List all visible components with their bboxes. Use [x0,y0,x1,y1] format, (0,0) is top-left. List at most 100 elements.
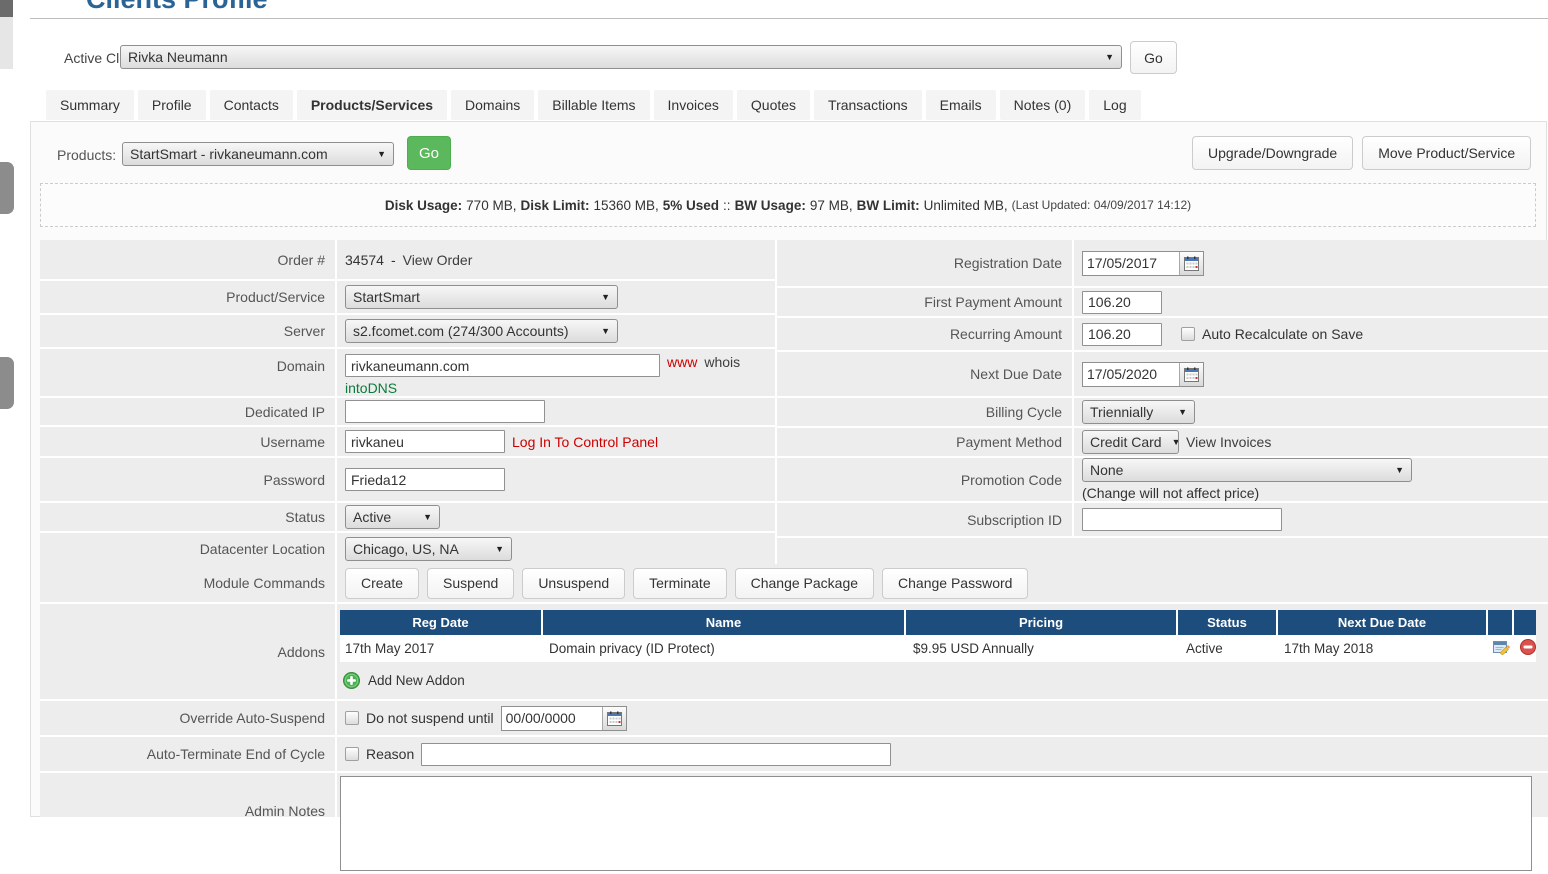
bw-usage-label: BW Usage: [734,197,806,213]
unsuspend-button[interactable]: Unsuspend [522,567,626,599]
product-details-form: Order # 34574 - View Order Product/Servi… [40,240,1548,871]
tab-transactions[interactable]: Transactions [814,90,922,120]
admin-notes-textarea[interactable] [340,776,1532,871]
calendar-icon[interactable] [1179,251,1203,275]
next-due-date-label: Next Due Date [970,366,1062,382]
domain-label: Domain [276,358,325,374]
datacenter-row: Datacenter Location Chicago, US, NA ▼ [40,533,775,564]
product-service-select[interactable]: StartSmart ▼ [345,285,618,309]
whois-link[interactable]: whois [704,354,740,370]
tab-products-services[interactable]: Products/Services [296,90,448,120]
username-row: Username Log In To Control Panel [40,427,775,458]
password-input[interactable] [345,468,505,491]
tab-domains[interactable]: Domains [451,90,535,120]
tab-profile[interactable]: Profile [137,90,206,120]
module-commands-label: Module Commands [203,575,325,591]
override-auto-suspend-row: Override Auto-Suspend Do not suspend unt… [40,701,1548,737]
dedicated-ip-label: Dedicated IP [244,403,325,420]
auto-recalculate-checkbox[interactable] [1181,327,1195,341]
tab-quotes[interactable]: Quotes [736,90,811,120]
usage-summary: Disk Usage: 770 MB, Disk Limit: 15360 MB… [40,183,1536,227]
dedicated-ip-row: Dedicated IP [40,398,775,427]
tab-summary[interactable]: Summary [46,90,134,120]
order-number: 34574 [345,251,384,268]
tab-log[interactable]: Log [1089,90,1141,120]
calendar-icon[interactable] [601,706,626,730]
delete-addon-icon[interactable] [1520,639,1536,658]
addon-next-due: 17th May 2018 [1278,635,1488,662]
suspend-until-input[interactable] [501,706,602,730]
override-auto-suspend-checkbox[interactable] [345,711,359,725]
reason-input[interactable] [421,742,892,766]
products-go-button[interactable]: Go [407,136,451,170]
payment-method-value: Credit Card [1090,434,1162,450]
status-select[interactable]: Active ▼ [345,505,440,529]
last-updated: (Last Updated: 04/09/2017 14:12) [1011,198,1192,212]
tab-emails[interactable]: Emails [925,90,996,120]
addons-header-pricing: Pricing [906,610,1178,635]
products-label: Products: [57,147,117,163]
dedicated-ip-input[interactable] [345,400,545,423]
active-client-go-button[interactable]: Go [1130,41,1177,74]
terminate-button[interactable]: Terminate [633,567,727,599]
view-order-link[interactable]: View Order [403,252,473,268]
auto-terminate-row: Auto-Terminate End of Cycle Reason [40,737,1548,773]
bw-limit-label: BW Limit: [856,197,920,213]
www-link[interactable]: www [667,354,697,370]
chevron-down-icon: ▼ [1105,52,1114,62]
products-select-value: StartSmart - rivkaneumann.com [130,146,328,162]
username-input[interactable] [345,430,505,453]
usage-separator: :: [723,197,731,213]
payment-method-select[interactable]: Credit Card ▼ [1082,430,1179,454]
intodns-link[interactable]: intoDNS [345,380,397,396]
first-payment-input[interactable] [1082,290,1162,314]
chevron-down-icon: ▼ [423,512,432,522]
bw-usage-value: 97 MB, [809,197,853,213]
chevron-down-icon: ▼ [1395,465,1404,475]
change-password-button[interactable]: Change Password [882,567,1029,599]
chevron-down-icon: ▼ [1178,407,1187,417]
tab-notes[interactable]: Notes (0) [999,90,1086,120]
view-invoices-link[interactable]: View Invoices [1186,434,1271,450]
registration-date-input[interactable] [1083,251,1179,275]
calendar-icon[interactable] [1179,362,1203,386]
server-select[interactable]: s2.fcomet.com (274/300 Accounts) ▼ [345,319,618,343]
upgrade-downgrade-button[interactable]: Upgrade/Downgrade [1192,136,1354,170]
datacenter-select[interactable]: Chicago, US, NA ▼ [345,536,512,561]
edit-addon-icon[interactable] [1492,639,1510,658]
tab-billable-items[interactable]: Billable Items [538,90,650,120]
disk-usage-value: 770 MB, [466,197,517,213]
products-select[interactable]: StartSmart - rivkaneumann.com ▼ [122,142,394,166]
tab-contacts[interactable]: Contacts [209,90,293,120]
payment-method-label: Payment Method [956,434,1062,450]
subscription-id-input[interactable] [1082,508,1282,531]
domain-input[interactable] [345,354,660,377]
addon-edit-cell [1488,635,1514,662]
disk-limit-value: 15360 MB, [593,197,659,213]
suspend-button[interactable]: Suspend [427,567,515,599]
create-button[interactable]: Create [345,567,420,599]
promotion-note: (Change will not affect price) [1082,485,1260,501]
move-product-service-button[interactable]: Move Product/Service [1362,136,1532,170]
add-new-addon-button[interactable]: Add New Addon [343,672,1548,689]
first-payment-row: First Payment Amount [777,288,1548,318]
disk-usage-label: Disk Usage: [384,197,463,213]
billing-cycle-select[interactable]: Triennially ▼ [1082,400,1195,424]
recurring-amount-input[interactable] [1082,322,1162,346]
next-due-date-input[interactable] [1083,362,1179,386]
password-row: Password [40,458,775,503]
admin-notes-label: Admin Notes [244,803,325,819]
promotion-code-select[interactable]: None ▼ [1082,458,1412,482]
first-payment-label: First Payment Amount [924,294,1062,310]
change-package-button[interactable]: Change Package [734,567,875,599]
tab-invoices[interactable]: Invoices [653,90,733,120]
promotion-code-value: None [1090,462,1124,478]
login-control-panel-link[interactable]: Log In To Control Panel [512,434,658,450]
product-service-value: StartSmart [353,289,420,305]
datacenter-value: Chicago, US, NA [353,540,459,557]
chevron-down-icon: ▼ [601,292,610,302]
status-label: Status [285,509,325,525]
active-client-select[interactable]: Rivka Neumann ▼ [120,45,1122,69]
auto-terminate-checkbox[interactable] [345,747,359,761]
registration-date-row: Registration Date [777,240,1548,288]
